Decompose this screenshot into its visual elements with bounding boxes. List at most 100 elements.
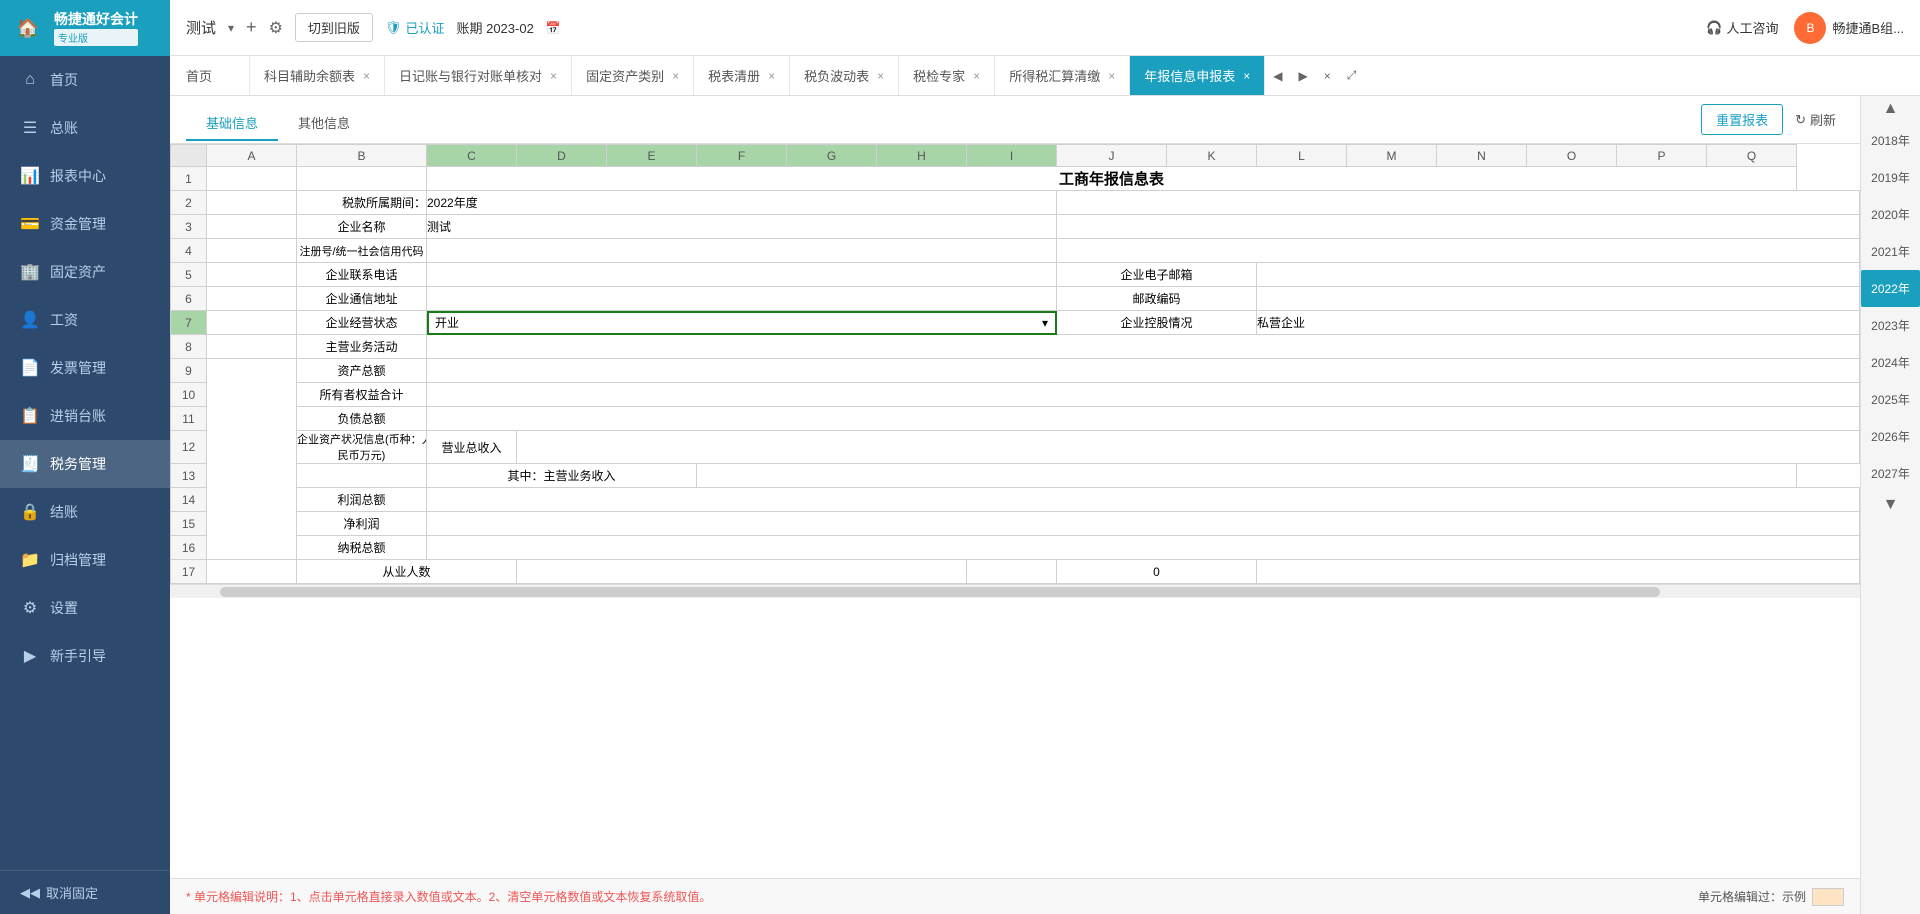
sidebar-item-funds[interactable]: 💳 资金管理 [0, 200, 170, 248]
col-header-C[interactable]: C [427, 145, 517, 167]
tab-tax-expert[interactable]: 税检专家 × [899, 56, 995, 95]
tab-close-icon[interactable]: × [1108, 69, 1115, 83]
col-header-P[interactable]: P [1617, 145, 1707, 167]
cell-C5[interactable] [427, 263, 1057, 287]
horizontal-scrollbar[interactable] [170, 584, 1860, 598]
col-header-O[interactable]: O [1527, 145, 1617, 167]
cell-C6[interactable] [427, 287, 1057, 311]
col-header-D[interactable]: D [517, 145, 607, 167]
year-2022[interactable]: 2022年 [1861, 270, 1920, 307]
cell-B8[interactable]: 主营业务活动 [297, 335, 427, 359]
cell-L6[interactable] [1257, 287, 1860, 311]
tab-tax-report[interactable]: 税表清册 × [694, 56, 790, 95]
tab-annual-report[interactable]: 年报信息申报表 × [1130, 56, 1265, 95]
year-panel-down-button[interactable]: ▼ [1879, 492, 1903, 518]
cell-J4[interactable] [1057, 239, 1860, 263]
sidebar-item-ledger[interactable]: ☰ 总账 [0, 104, 170, 152]
refresh-button[interactable]: ↻ 刷新 [1795, 110, 1836, 129]
tab-other-info[interactable]: 其他信息 [278, 106, 370, 141]
cell-A3[interactable] [207, 215, 297, 239]
col-header-F[interactable]: F [697, 145, 787, 167]
cell-title[interactable]: 工商年报信息表 [427, 167, 1797, 191]
sidebar-item-payroll[interactable]: 👤 工资 [0, 296, 170, 344]
cell-C7[interactable]: 开业 ▾ [427, 311, 1057, 335]
year-2018[interactable]: 2018年 [1861, 122, 1920, 159]
cell-J2[interactable] [1057, 191, 1860, 215]
col-header-H[interactable]: H [877, 145, 967, 167]
cell-C16[interactable] [427, 536, 1860, 560]
cell-B4[interactable]: 注册号/统一社会信用代码 [297, 239, 427, 263]
tab-aux-balance[interactable]: 科目辅助余额表 × [250, 56, 385, 95]
cell-L7[interactable]: 私营企业 [1257, 311, 1860, 335]
cell-B11[interactable]: 负债总额 [297, 407, 427, 431]
tab-close-all-button[interactable]: × [1316, 56, 1339, 95]
col-header-K[interactable]: K [1167, 145, 1257, 167]
cell-A5[interactable] [207, 263, 297, 287]
sidebar-item-invoice[interactable]: 📄 发票管理 [0, 344, 170, 392]
cell-B5[interactable]: 企业联系电话 [297, 263, 427, 287]
cell-A2[interactable] [207, 191, 297, 215]
col-header-G[interactable]: G [787, 145, 877, 167]
tab-close-icon[interactable]: × [973, 69, 980, 83]
reset-report-button[interactable]: 重置报表 [1701, 104, 1783, 135]
cell-J5[interactable]: 企业电子邮箱 [1057, 263, 1257, 287]
tab-next-button[interactable]: ▶ [1290, 56, 1315, 95]
sidebar-item-assets[interactable]: 🏢 固定资产 [0, 248, 170, 296]
cell-C2[interactable]: 2022年度 [427, 191, 1057, 215]
col-header-L[interactable]: L [1257, 145, 1347, 167]
cell-B17[interactable]: 从业人数 [297, 560, 517, 584]
calendar-icon[interactable]: 📅 [546, 21, 561, 35]
year-2019[interactable]: 2019年 [1861, 159, 1920, 196]
scroll-thumb[interactable] [220, 587, 1660, 597]
cell-C3[interactable]: 测试 [427, 215, 1057, 239]
cell-B12[interactable]: 企业资产状况信息(币种：人民币万元) [297, 431, 427, 464]
cell-B14[interactable]: 利润总额 [297, 488, 427, 512]
cell-C13[interactable] [297, 464, 427, 488]
col-header-N[interactable]: N [1437, 145, 1527, 167]
tab-tax-fluctuation[interactable]: 税负波动表 × [790, 56, 899, 95]
year-panel-up-button[interactable]: ▲ [1879, 96, 1903, 122]
cell-G13[interactable] [697, 464, 1797, 488]
tab-bank-reconcile[interactable]: 日记账与银行对账单核对 × [385, 56, 572, 95]
cell-B2[interactable]: 税款所属期间： [297, 191, 427, 215]
cell-A4[interactable] [207, 239, 297, 263]
cell-D17[interactable] [517, 560, 967, 584]
year-2026[interactable]: 2026年 [1861, 418, 1920, 455]
cell-A1[interactable] [207, 167, 297, 191]
cell-J7[interactable]: 企业控股情况 [1057, 311, 1257, 335]
year-2021[interactable]: 2021年 [1861, 233, 1920, 270]
add-tab-button[interactable]: + [246, 17, 257, 38]
cell-B7[interactable]: 企业经营状态 [297, 311, 427, 335]
cell-J3[interactable] [1057, 215, 1860, 239]
user-menu[interactable]: B 畅捷通B组... [1794, 12, 1904, 44]
tab-fixed-assets-cat[interactable]: 固定资产类别 × [572, 56, 694, 95]
cell-A6[interactable] [207, 287, 297, 311]
cell-A17[interactable] [207, 560, 297, 584]
switch-version-button[interactable]: 切到旧版 [295, 13, 373, 42]
cell-D13[interactable]: 其中：主营业务收入 [427, 464, 697, 488]
tab-home[interactable]: 首页 [170, 56, 250, 95]
cell-L5[interactable] [1257, 263, 1860, 287]
cell-L17[interactable] [1257, 560, 1860, 584]
dropdown-arrow-icon[interactable]: ▾ [1042, 316, 1048, 330]
year-2027[interactable]: 2027年 [1861, 455, 1920, 492]
tab-expand-button[interactable]: ⤢ [1339, 56, 1365, 95]
col-header-I[interactable]: I [967, 145, 1057, 167]
cell-B16[interactable]: 纳税总额 [297, 536, 427, 560]
year-2024[interactable]: 2024年 [1861, 344, 1920, 381]
tab-income-tax[interactable]: 所得税汇算清缴 × [995, 56, 1130, 95]
sidebar-footer-pin[interactable]: ◀◀ 取消固定 [0, 870, 170, 914]
tab-close-icon[interactable]: × [768, 69, 775, 83]
cell-B1[interactable] [297, 167, 427, 191]
dropdown-arrow-icon[interactable]: ▾ [228, 21, 234, 35]
cell-C4[interactable] [427, 239, 1057, 263]
cell-J6[interactable]: 邮政编码 [1057, 287, 1257, 311]
cell-C14[interactable] [427, 488, 1860, 512]
col-header-Q[interactable]: Q [1707, 145, 1797, 167]
cell-C10[interactable] [427, 383, 1860, 407]
cell-J17[interactable]: 0 [1057, 560, 1257, 584]
sidebar-item-settings[interactable]: ⚙ 设置 [0, 584, 170, 632]
cell-A8[interactable] [207, 335, 297, 359]
tab-basic-info[interactable]: 基础信息 [186, 106, 278, 141]
sidebar-item-close[interactable]: 🔒 结账 [0, 488, 170, 536]
